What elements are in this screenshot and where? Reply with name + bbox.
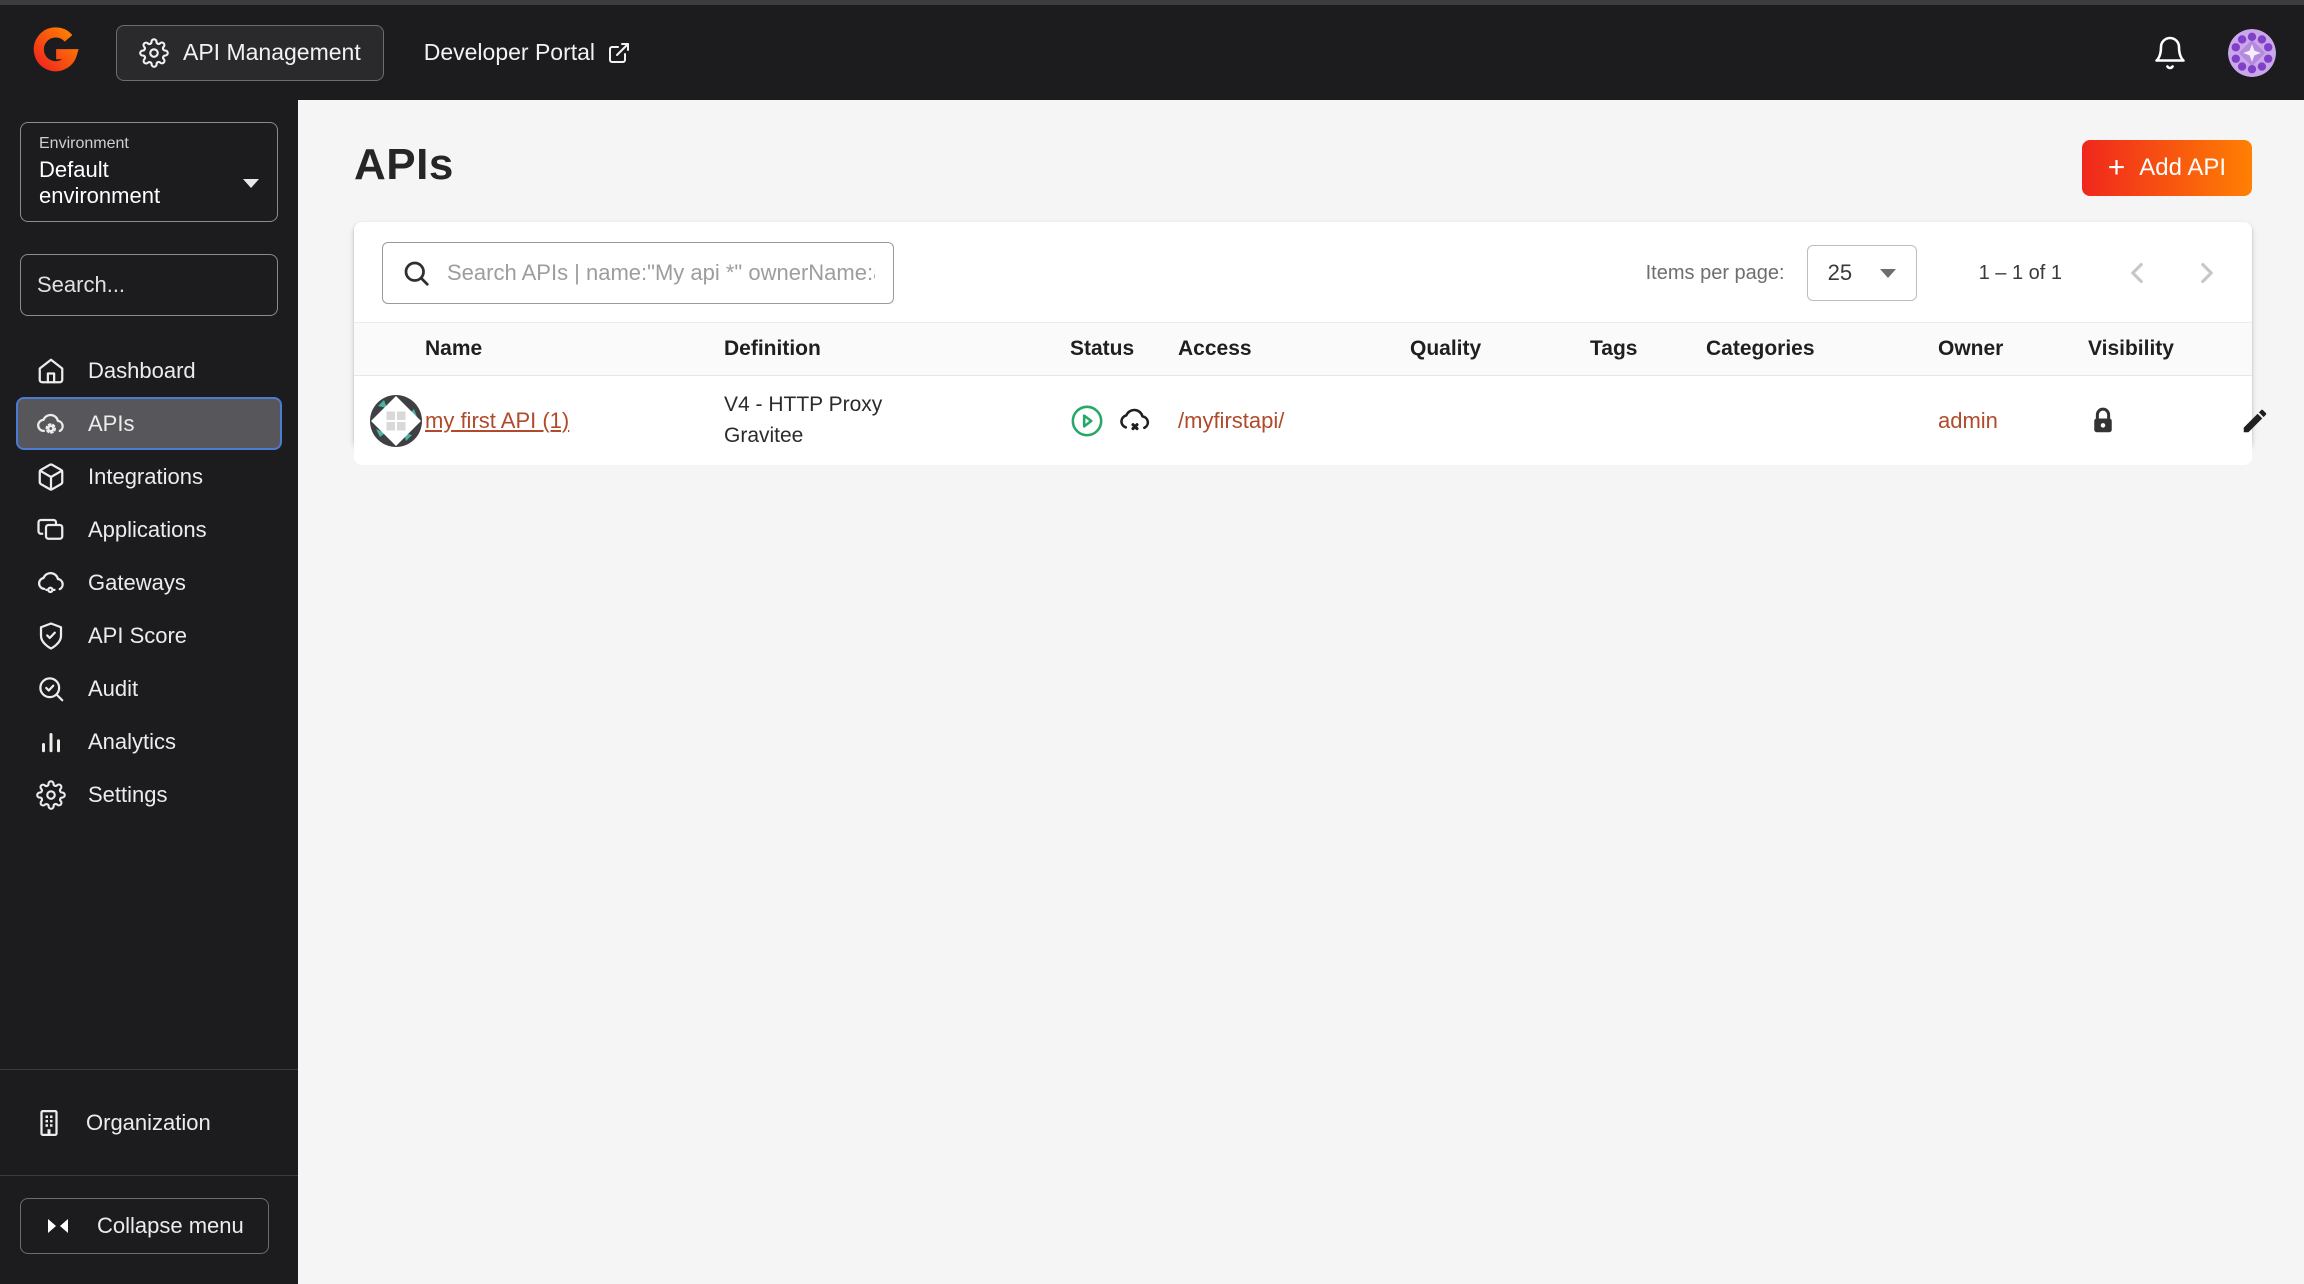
column-header-access: Access	[1178, 337, 1252, 360]
api-owner: admin	[1938, 407, 1998, 433]
sidebar-item-label: Dashboard	[88, 357, 196, 383]
api-definition-version: V4 - HTTP Proxy	[724, 393, 883, 417]
column-header-visibility: Visibility	[2088, 337, 2174, 360]
api-out-of-sync-cloud-x-icon	[1120, 408, 1150, 430]
table-row: my first API (1) V4 - HTTP Proxy Gravite…	[354, 376, 2267, 465]
column-header-owner: Owner	[1938, 337, 2004, 360]
sidebar-item-gateways[interactable]: Gateways	[16, 556, 282, 609]
environment-selector[interactable]: Environment Default environment	[20, 122, 278, 222]
building-icon	[34, 1108, 64, 1138]
developer-portal-link[interactable]: Developer Portal	[424, 39, 631, 66]
environment-value: Default environment	[39, 157, 161, 208]
add-api-label: Add API	[2139, 154, 2226, 181]
chevron-down-icon	[243, 178, 259, 188]
notifications-bell-icon[interactable]	[2152, 35, 2188, 71]
api-definition-origin: Gravitee	[724, 423, 804, 447]
add-api-button[interactable]: + Add API	[2081, 140, 2252, 196]
cube-icon	[36, 462, 66, 492]
environment-label: Environment	[39, 135, 129, 152]
collapse-menu-label: Collapse menu	[97, 1213, 244, 1238]
apis-search-input[interactable]	[447, 260, 875, 286]
api-name-link[interactable]: my first API (1)	[425, 408, 569, 433]
page-title: APIs	[354, 140, 454, 189]
bar-chart-icon	[36, 727, 66, 757]
api-management-button[interactable]: API Management	[116, 24, 384, 81]
api-management-label: API Management	[183, 39, 361, 65]
sidebar-item-api-score[interactable]: API Score	[16, 609, 282, 662]
user-avatar[interactable]	[2228, 28, 2276, 77]
sidebar-item-organization[interactable]: Organization	[0, 1070, 298, 1175]
magnifier-check-icon	[36, 674, 66, 704]
sidebar-item-integrations[interactable]: Integrations	[16, 450, 282, 503]
sidebar-item-label: Applications	[88, 516, 207, 542]
private-lock-icon	[2094, 407, 2112, 432]
sidebar-item-dashboard[interactable]: Dashboard	[16, 344, 282, 397]
items-per-page-value: 25	[1827, 260, 1853, 285]
sidebar: Environment Default environment Dashboar…	[0, 100, 353, 1284]
gear-icon	[139, 37, 169, 68]
home-icon	[36, 356, 66, 386]
sidebar-item-label: Settings	[88, 781, 168, 807]
search-icon	[404, 261, 429, 286]
column-header-definition: Definition	[724, 337, 821, 360]
table-header-row: Name Definition Status Access Quality Ta…	[354, 322, 2252, 376]
stacked-windows-icon	[36, 515, 66, 545]
sidebar-item-analytics[interactable]: Analytics	[16, 715, 282, 768]
column-header-categories: Categories	[1706, 337, 1815, 360]
sidebar-item-applications[interactable]: Applications	[16, 503, 282, 556]
sidebar-item-settings[interactable]: Settings	[16, 768, 282, 821]
sidebar-item-label: Organization	[86, 1109, 211, 1135]
collapse-menu-button[interactable]: Collapse menu	[20, 1198, 269, 1254]
api-access-path: /myfirstapi/	[1178, 407, 1285, 433]
topbar-right-group	[2152, 28, 2276, 77]
sidebar-item-audit[interactable]: Audit	[16, 662, 282, 715]
sidebar-search[interactable]	[20, 254, 353, 316]
shield-check-icon	[36, 621, 66, 651]
sidebar-nav: Dashboard APIs Integrations Applications…	[0, 344, 298, 821]
main-content: APIs + Add API Items per page: 25 1 – 1 …	[298, 100, 2304, 1284]
sidebar-item-label: Integrations	[88, 463, 203, 489]
next-page-chevron-icon[interactable]	[2190, 256, 2224, 290]
sidebar-item-label: APIs	[88, 410, 135, 436]
gear-icon	[36, 779, 66, 810]
sidebar-bottom: Organization Collapse menu	[0, 1069, 298, 1284]
apis-search[interactable]	[382, 242, 894, 304]
external-link-icon	[609, 42, 630, 63]
items-per-page-select[interactable]: 25	[1806, 245, 1917, 301]
cloud-node-icon	[36, 568, 66, 598]
collapse-arrows-icon	[48, 1219, 68, 1233]
avatar-identicon-icon	[2228, 28, 2276, 77]
sidebar-item-label: Audit	[88, 675, 139, 701]
divider	[0, 1175, 298, 1176]
chevron-down-icon	[1879, 268, 1896, 278]
pagination-range-label: 1 – 1 of 1	[1978, 261, 2062, 284]
api-identicon-icon	[370, 394, 422, 447]
table-toolbar: Items per page: 25 1 – 1 of 1	[354, 222, 2252, 322]
gravitee-logo-icon	[33, 26, 79, 71]
sidebar-item-label: Gateways	[88, 569, 186, 595]
apis-table-card: Items per page: 25 1 – 1 of 1	[354, 222, 2267, 465]
cloud-gear-icon	[36, 409, 66, 439]
column-header-quality: Quality	[1410, 337, 1482, 360]
items-per-page-label: Items per page:	[1645, 261, 1785, 284]
plus-icon: +	[2107, 151, 2126, 184]
edit-pencil-icon[interactable]	[2240, 406, 2270, 436]
column-header-tags: Tags	[1590, 337, 1638, 360]
sidebar-search-input[interactable]	[37, 272, 325, 298]
developer-portal-label: Developer Portal	[423, 39, 596, 65]
sidebar-item-apis[interactable]: APIs	[16, 397, 282, 450]
top-bar: API Management Developer Portal	[0, 0, 2304, 100]
previous-page-chevron-icon[interactable]	[2120, 256, 2154, 290]
column-header-status: Status	[1070, 337, 1135, 360]
sidebar-item-label: API Score	[88, 622, 188, 648]
sidebar-item-label: Analytics	[88, 728, 177, 754]
column-header-name: Name	[425, 337, 483, 360]
api-started-play-icon	[1071, 405, 1103, 436]
